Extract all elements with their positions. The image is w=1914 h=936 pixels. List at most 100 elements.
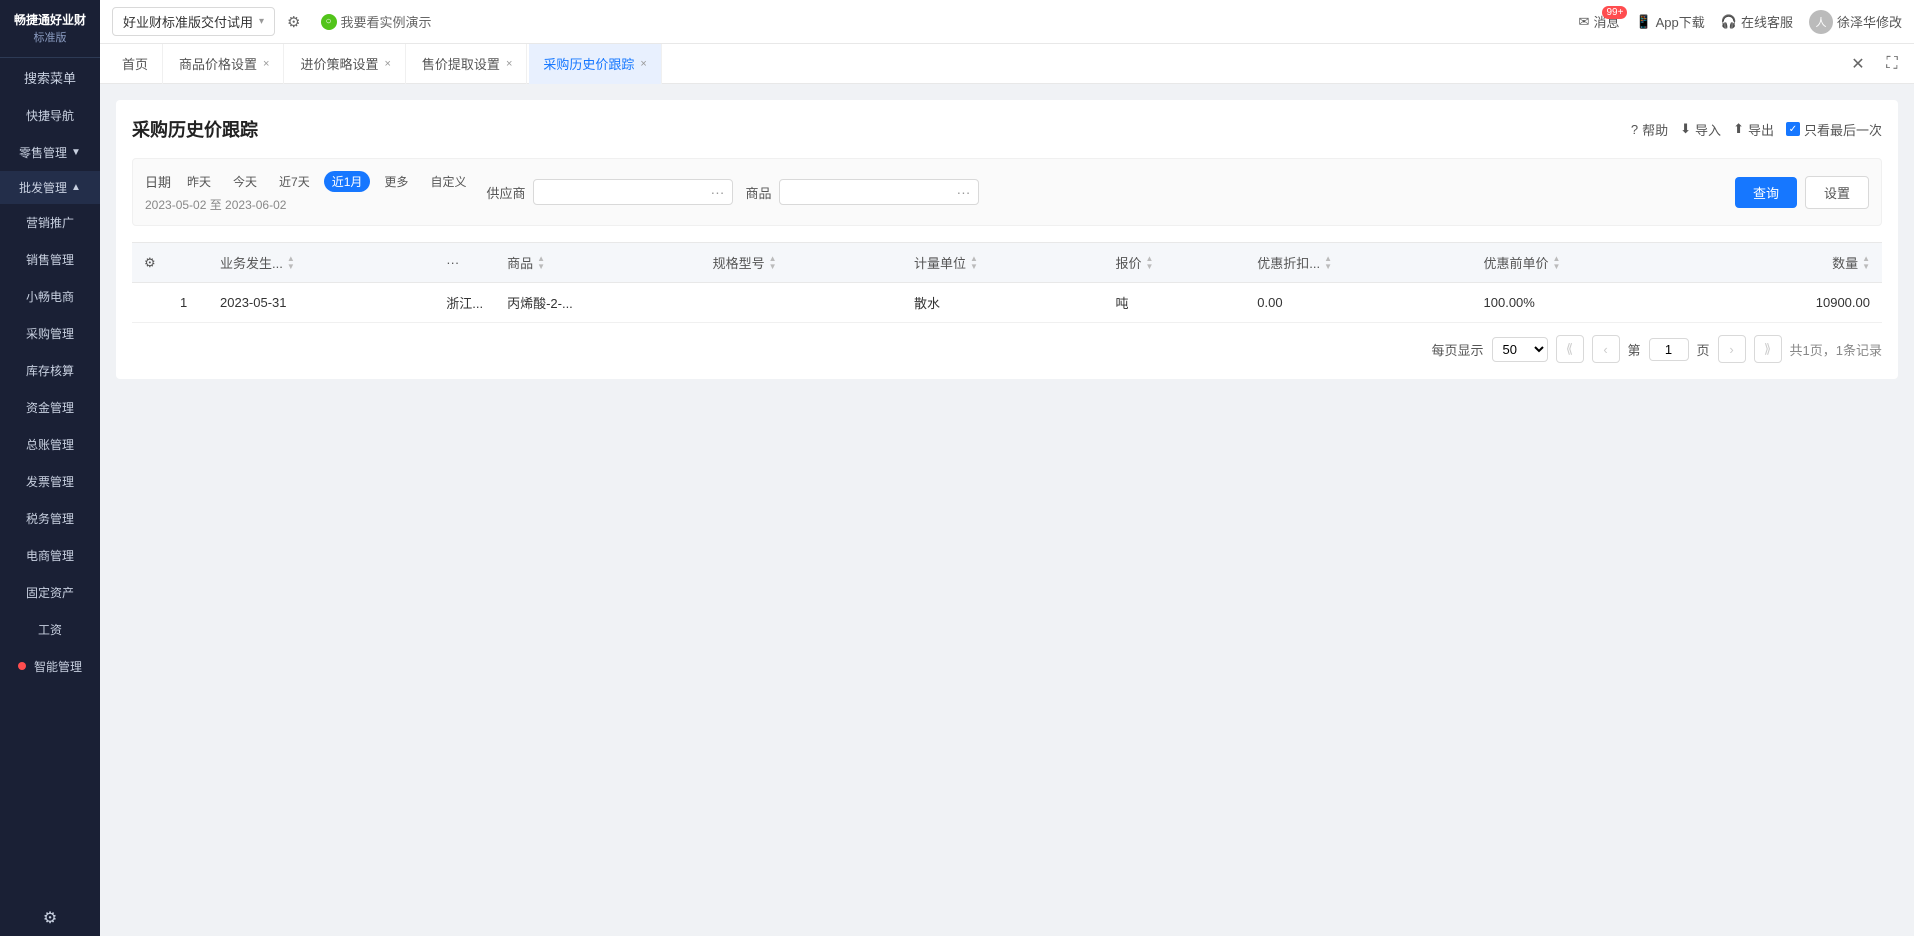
sidebar-item-assets[interactable]: 固定资产 xyxy=(0,574,100,611)
col-discount[interactable]: 优惠折扣... ▲▼ xyxy=(1245,243,1471,283)
user-menu[interactable]: 人 徐泽华修改 xyxy=(1809,10,1902,34)
sidebar-item-ecom-small[interactable]: 小畅电商 xyxy=(0,278,100,315)
sort-discount-icon: ▲▼ xyxy=(1324,255,1332,271)
col-goods[interactable]: 商品 ▲▼ xyxy=(495,243,701,283)
tab-sale-price[interactable]: 售价提取设置 × xyxy=(408,44,527,84)
col-pre-discount[interactable]: 优惠前单价 ▲▼ xyxy=(1472,243,1703,283)
date-btn-more[interactable]: 更多 xyxy=(376,171,416,192)
user-name: 徐泽华修改 xyxy=(1837,12,1902,31)
page-last-btn[interactable]: ⟫ xyxy=(1754,335,1782,363)
supplier-dots[interactable]: ··· xyxy=(710,184,724,200)
tab-home[interactable]: 首页 xyxy=(108,44,163,84)
sidebar-item-tax[interactable]: 税务管理 xyxy=(0,500,100,537)
col-index xyxy=(168,243,208,283)
sort-goods-icon: ▲▼ xyxy=(537,255,545,271)
col-price[interactable]: 报价 ▲▼ xyxy=(1103,243,1245,283)
sidebar-item-ledger[interactable]: 总账管理 xyxy=(0,426,100,463)
demo-link[interactable]: ○ 我要看实例演示 xyxy=(321,12,432,31)
app-download-btn[interactable]: 📱 App下载 xyxy=(1635,12,1704,31)
sidebar-item-quick-nav[interactable]: 快捷导航 xyxy=(0,97,100,134)
headset-icon: 🎧 xyxy=(1721,14,1737,30)
page-input[interactable] xyxy=(1649,338,1689,361)
sidebar-item-inventory[interactable]: 库存核算 xyxy=(0,352,100,389)
messages-badge: 99+ xyxy=(1602,6,1627,19)
sidebar-item-retail[interactable]: 零售管理 ▼ xyxy=(0,134,100,171)
per-page-select[interactable]: 50 100 200 xyxy=(1492,337,1548,362)
goods-dots[interactable]: ··· xyxy=(956,184,970,200)
sidebar-item-purchase[interactable]: 采购管理 xyxy=(0,315,100,352)
ai-label: 智能管理 xyxy=(34,658,82,675)
sidebar-item-ai[interactable]: 智能管理 xyxy=(0,648,100,685)
import-btn[interactable]: ⬇ 导入 xyxy=(1680,120,1721,139)
goods-input[interactable] xyxy=(788,185,956,200)
export-label: 导出 xyxy=(1748,120,1774,139)
tab-home-label: 首页 xyxy=(122,54,148,73)
goods-filter-group: 商品 ··· xyxy=(745,179,979,205)
only-last-checkbox[interactable]: 只看最后一次 xyxy=(1786,120,1882,139)
col-date[interactable]: 业务发生... ▲▼ xyxy=(208,243,434,283)
filter-area: 日期 昨天 今天 近7天 近1月 更多 自定义 2023-05-02 至 202… xyxy=(132,158,1882,226)
ecom-small-label: 小畅电商 xyxy=(26,288,74,305)
col-spec[interactable]: 规格型号 ▲▼ xyxy=(701,243,902,283)
export-icon: ⬆ xyxy=(1733,121,1744,137)
tab-purchase-history[interactable]: 采购历史价跟踪 × xyxy=(529,44,661,84)
tab-goods-price-close[interactable]: × xyxy=(263,58,269,70)
col-gear[interactable]: ⚙ xyxy=(132,243,168,283)
page-prev-btn[interactable]: ‹ xyxy=(1592,335,1620,363)
salary-label: 工资 xyxy=(38,621,62,638)
sidebar-item-invoice[interactable]: 发票管理 xyxy=(0,463,100,500)
date-btn-custom[interactable]: 自定义 xyxy=(422,171,474,192)
sidebar-item-sales[interactable]: 销售管理 xyxy=(0,241,100,278)
supplier-input-wrapper: ··· xyxy=(533,179,733,205)
help-btn[interactable]: ? 帮助 xyxy=(1631,120,1668,139)
export-btn[interactable]: ⬆ 导出 xyxy=(1733,120,1774,139)
supplier-input[interactable] xyxy=(542,185,710,200)
col-dots[interactable]: ··· xyxy=(434,243,495,283)
date-btn-1month[interactable]: 近1月 xyxy=(324,171,371,192)
tab-close-btn[interactable]: ✕ xyxy=(1844,50,1872,78)
page-header: 采购历史价跟踪 ? 帮助 ⬇ 导入 ⬆ 导出 xyxy=(132,116,1882,142)
version-selector[interactable]: 好业财标准版交付试用 ▾ xyxy=(112,7,275,36)
col-quantity[interactable]: 数量 ▲▼ xyxy=(1703,243,1882,283)
date-btn-7days[interactable]: 近7天 xyxy=(271,171,318,192)
sidebar-search[interactable]: 搜索菜单 xyxy=(0,58,100,97)
tab-goods-price[interactable]: 商品价格设置 × xyxy=(165,44,284,84)
avatar: 人 xyxy=(1809,10,1833,34)
sidebar-logo: 畅捷通好业财 标准版 xyxy=(0,0,100,58)
date-btn-today[interactable]: 今天 xyxy=(225,171,265,192)
sidebar: 畅捷通好业财 标准版 搜索菜单 快捷导航 零售管理 ▼ 批发管理 ▲ 营销推广 … xyxy=(0,0,100,936)
tabs-bar: 首页 商品价格设置 × 进价策略设置 × 售价提取设置 × 采购历史价跟踪 × … xyxy=(100,44,1914,84)
messages-btn[interactable]: ✉ 消息 99+ xyxy=(1579,12,1620,31)
page-unit: 页 xyxy=(1697,340,1710,359)
sort-spec-icon: ▲▼ xyxy=(769,255,777,271)
supplier-filter-group: 供应商 ··· xyxy=(486,179,733,205)
goods-input-wrapper: ··· xyxy=(779,179,979,205)
online-service-label: 在线客服 xyxy=(1741,12,1793,31)
page-first-btn[interactable]: ⟪ xyxy=(1556,335,1584,363)
tab-expand-btn[interactable]: ⛶ xyxy=(1878,50,1906,78)
topbar-gear-icon[interactable]: ⚙ xyxy=(283,9,304,35)
page-actions: ? 帮助 ⬇ 导入 ⬆ 导出 只看最后一次 xyxy=(1631,120,1882,139)
sidebar-item-finance[interactable]: 资金管理 xyxy=(0,389,100,426)
tabs-right-controls: ✕ ⛶ xyxy=(1844,50,1914,78)
tab-purchase-history-close[interactable]: × xyxy=(640,58,646,70)
per-page-label: 每页显示 xyxy=(1431,340,1483,359)
online-service-btn[interactable]: 🎧 在线客服 xyxy=(1721,12,1793,31)
tab-sale-price-close[interactable]: × xyxy=(506,58,512,70)
sidebar-item-salary[interactable]: 工资 xyxy=(0,611,100,648)
page-card: 采购历史价跟踪 ? 帮助 ⬇ 导入 ⬆ 导出 xyxy=(116,100,1898,379)
query-btn[interactable]: 查询 xyxy=(1735,177,1797,208)
sidebar-item-wholesale[interactable]: 批发管理 ▲ xyxy=(0,171,100,204)
sidebar-item-ecom[interactable]: 电商管理 xyxy=(0,537,100,574)
settings-btn[interactable]: 设置 xyxy=(1805,176,1869,209)
tab-purchase-price-close[interactable]: × xyxy=(384,58,390,70)
sidebar-gear-btn[interactable]: ⚙ xyxy=(0,900,100,936)
col-unit[interactable]: 计量单位 ▲▼ xyxy=(902,243,1103,283)
page-next-btn[interactable]: › xyxy=(1718,335,1746,363)
tab-sale-price-label: 售价提取设置 xyxy=(422,54,500,73)
cell-date: 2023-05-31 xyxy=(208,283,434,323)
sidebar-item-marketing[interactable]: 营销推广 xyxy=(0,204,100,241)
date-btn-yesterday[interactable]: 昨天 xyxy=(179,171,219,192)
selector-arrow-icon: ▾ xyxy=(259,16,264,27)
tab-purchase-price[interactable]: 进价策略设置 × xyxy=(286,44,405,84)
